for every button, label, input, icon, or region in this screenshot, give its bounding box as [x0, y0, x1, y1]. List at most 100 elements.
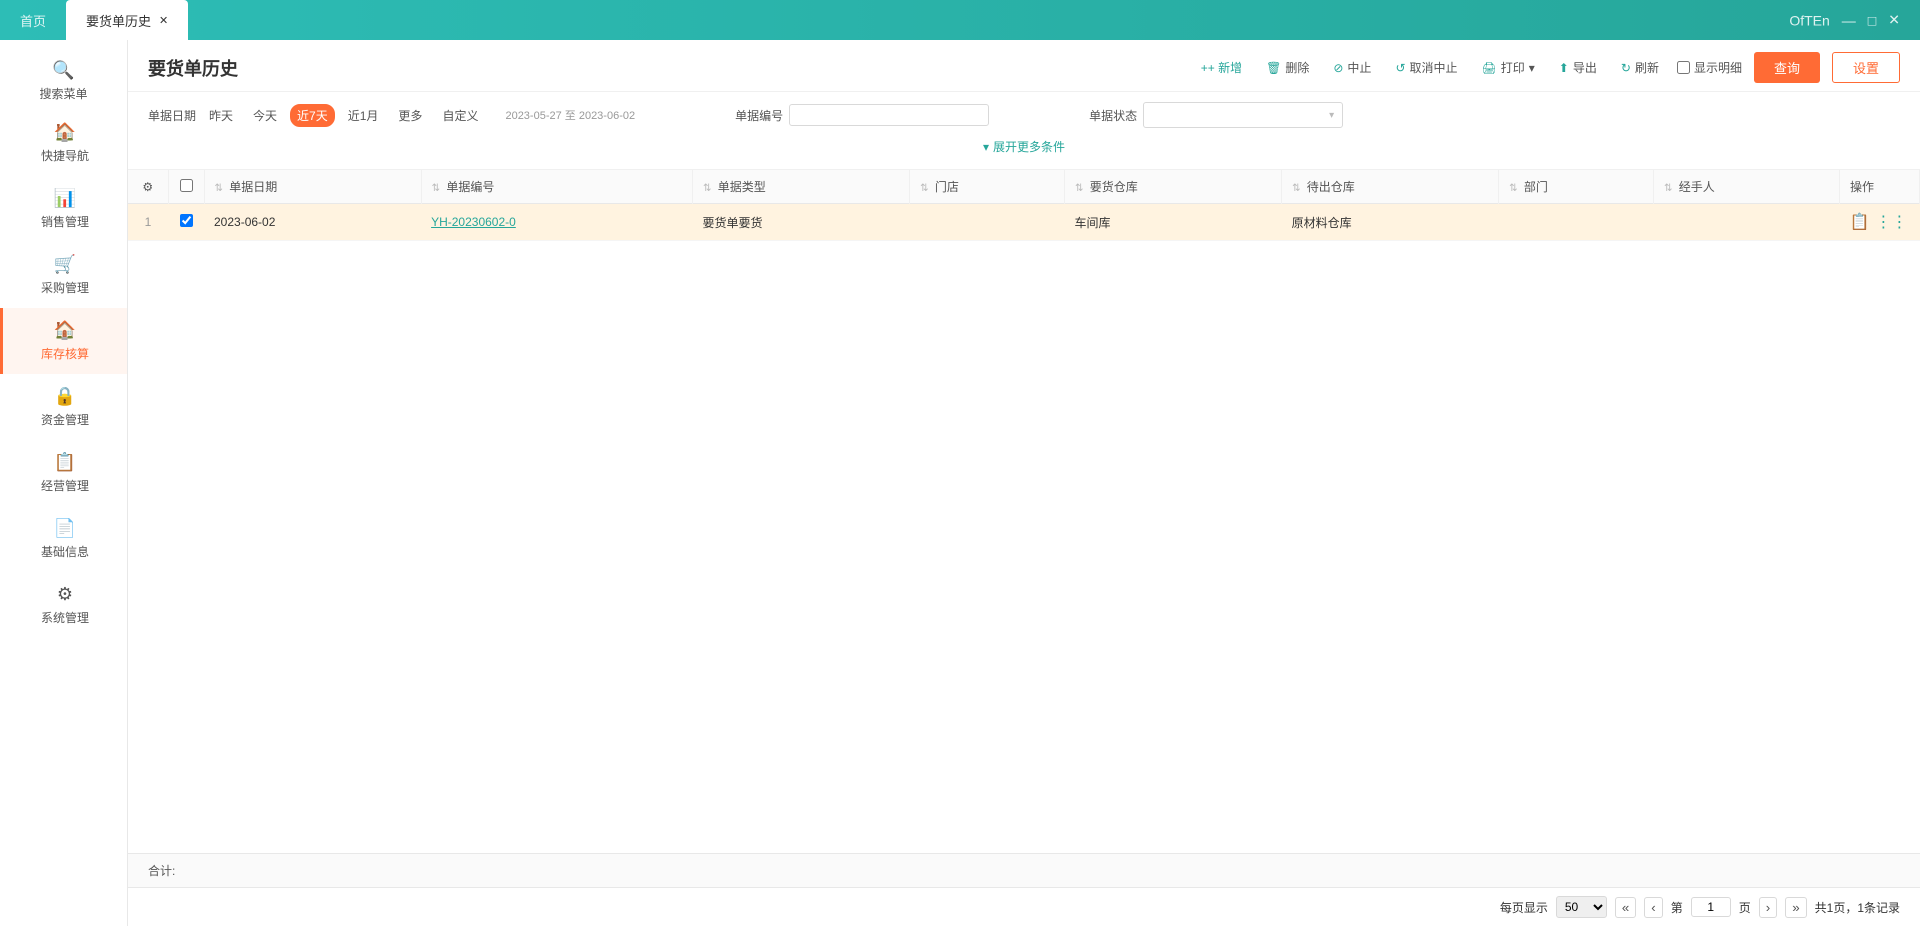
- date-btn-today[interactable]: 今天: [246, 104, 284, 127]
- display-detail-check[interactable]: [1677, 61, 1690, 74]
- plus-icon: +: [1201, 61, 1208, 75]
- col-dept[interactable]: 部门: [1499, 170, 1654, 204]
- col-req-warehouse[interactable]: 要货仓库: [1064, 170, 1281, 204]
- tab-home[interactable]: 首页: [0, 0, 66, 40]
- sidebar-item-system-mgmt[interactable]: ⚙ 系统管理: [0, 572, 127, 638]
- display-detail-checkbox[interactable]: 显示明细: [1677, 59, 1742, 76]
- next-page-btn[interactable]: ›: [1759, 897, 1777, 918]
- top-bar: 首页 要货单历史 ✕ OfTEn — □ ✕: [0, 0, 1920, 40]
- row-doc-type: 要货单要货: [693, 204, 910, 241]
- col-handler[interactable]: 经手人: [1654, 170, 1840, 204]
- stop-icon: ⊘: [1333, 61, 1343, 75]
- date-btn-custom[interactable]: 自定义: [435, 104, 485, 127]
- col-pending-warehouse[interactable]: 待出仓库: [1282, 170, 1499, 204]
- sidebar-item-sales-mgmt[interactable]: 📊 销售管理: [0, 176, 127, 242]
- row-checkbox[interactable]: [180, 214, 193, 227]
- header-actions: + + 新增 🗑 删除 ⊘ 中止 ↺ 取消中止 🖨 打印: [1195, 52, 1900, 83]
- cancel-stop-icon: ↺: [1395, 61, 1405, 75]
- per-page-label: 每页显示: [1500, 899, 1548, 916]
- row-store: [910, 204, 1065, 241]
- col-checkbox: [168, 170, 204, 204]
- sidebar-item-basic-info[interactable]: 📄 基础信息: [0, 506, 127, 572]
- select-arrow-icon: ▾: [1329, 110, 1334, 121]
- doc-status-select[interactable]: ▾: [1143, 102, 1343, 128]
- select-all-checkbox[interactable]: [180, 179, 193, 192]
- export-icon: ⬆: [1559, 61, 1569, 75]
- export-button[interactable]: ⬆ 导出: [1553, 55, 1603, 80]
- col-operation: 操作: [1840, 170, 1920, 204]
- total-info: 共1页，1条记录: [1815, 899, 1900, 916]
- date-btn-last1m[interactable]: 近1月: [341, 104, 386, 127]
- sidebar-item-operation-mgmt[interactable]: 📋 经营管理: [0, 440, 127, 506]
- close-tab-icon[interactable]: ✕: [159, 14, 168, 27]
- query-button[interactable]: 查询: [1754, 52, 1820, 83]
- pagination-bar: 每页显示 50 10 20 100 « ‹ 第 页 › » 共1页，1条记录: [128, 887, 1920, 926]
- table-container: ⚙ 单据日期 单据编号 单据类型: [128, 170, 1920, 853]
- row-doc-no[interactable]: YH-20230602-0: [421, 204, 692, 241]
- per-page-select[interactable]: 50 10 20 100: [1556, 896, 1607, 918]
- footer-label: 合计:: [148, 862, 175, 879]
- row-operation: 📋 ⋮⋮: [1840, 204, 1920, 241]
- stop-button[interactable]: ⊘ 中止: [1327, 55, 1377, 80]
- page-title: 要货单历史: [148, 55, 238, 81]
- col-doc-type[interactable]: 单据类型: [693, 170, 910, 204]
- print-arrow-icon: ▾: [1529, 61, 1535, 75]
- sidebar: 🔍 搜索菜单 🏠 快捷导航 📊 销售管理 🛒 采购管理 🏠 库存核算 🔒 资金管…: [0, 40, 128, 926]
- inventory-icon: 🏠: [54, 320, 76, 341]
- often-label: OfTEn: [1789, 12, 1829, 28]
- row-doc-date: 2023-06-02: [204, 204, 421, 241]
- main-layout: 🔍 搜索菜单 🏠 快捷导航 📊 销售管理 🛒 采购管理 🏠 库存核算 🔒 资金管…: [0, 40, 1920, 926]
- doc-no-filter: 单据编号: [735, 104, 989, 126]
- window-close-icon[interactable]: ✕: [1888, 12, 1900, 29]
- date-range-text: 2023-05-27 至 2023-06-02: [505, 107, 635, 123]
- last-page-btn[interactable]: »: [1785, 897, 1806, 918]
- refresh-button[interactable]: ↻ 刷新: [1615, 55, 1665, 80]
- date-btn-more[interactable]: 更多: [391, 104, 429, 127]
- minimize-icon[interactable]: —: [1842, 12, 1856, 28]
- date-btn-last7[interactable]: 近7天: [290, 104, 335, 127]
- prev-page-btn[interactable]: ‹: [1644, 897, 1662, 918]
- col-settings[interactable]: ⚙: [128, 170, 168, 204]
- row-edit-icon[interactable]: 📋: [1850, 212, 1870, 232]
- new-button[interactable]: + + 新增: [1195, 55, 1248, 80]
- clipboard-icon: 📋: [54, 452, 76, 473]
- expand-more-btn[interactable]: ▾ 展开更多条件: [148, 134, 1900, 159]
- print-button[interactable]: 🖨 打印 ▾: [1476, 55, 1541, 80]
- sidebar-item-quick-nav[interactable]: 🏠 快捷导航: [0, 110, 127, 176]
- date-btn-yesterday[interactable]: 昨天: [202, 104, 240, 127]
- page-header: 要货单历史 + + 新增 🗑 删除 ⊘ 中止 ↺ 取消中止: [128, 40, 1920, 92]
- delete-button[interactable]: 🗑 删除: [1260, 55, 1315, 80]
- cancel-stop-button[interactable]: ↺ 取消中止: [1389, 55, 1463, 80]
- date-filter-label: 单据日期: [148, 107, 196, 124]
- sidebar-item-finance-mgmt[interactable]: 🔒 资金管理: [0, 374, 127, 440]
- page-number-input[interactable]: [1691, 897, 1731, 917]
- date-range-display: 2023-05-27 至 2023-06-02: [505, 107, 635, 123]
- maximize-icon[interactable]: □: [1868, 12, 1876, 28]
- sidebar-item-inventory-mgmt[interactable]: 🏠 库存核算: [0, 308, 127, 374]
- tab-requisition-history[interactable]: 要货单历史 ✕: [66, 0, 188, 40]
- sidebar-item-purchase-mgmt[interactable]: 🛒 采购管理: [0, 242, 127, 308]
- row-pending-warehouse: 原材料仓库: [1282, 204, 1499, 241]
- row-req-warehouse: 车间库: [1064, 204, 1281, 241]
- table-row[interactable]: 1 2023-06-02 YH-20230602-0 要货单要货 车间库 原材料…: [128, 204, 1920, 241]
- row-seq: 1: [128, 204, 168, 241]
- data-table: ⚙ 单据日期 单据编号 单据类型: [128, 170, 1920, 241]
- row-more-icon[interactable]: ⋮⋮: [1875, 212, 1907, 232]
- first-page-btn[interactable]: «: [1615, 897, 1636, 918]
- table-header-row: ⚙ 单据日期 单据编号 单据类型: [128, 170, 1920, 204]
- page-label: 第: [1671, 899, 1683, 916]
- col-store[interactable]: 门店: [910, 170, 1065, 204]
- document-icon: 📄: [54, 518, 76, 539]
- expand-arrow-icon: ▾: [983, 140, 989, 154]
- page-suffix: 页: [1739, 899, 1751, 916]
- sidebar-search[interactable]: 🔍 搜索菜单: [0, 48, 127, 110]
- cart-icon: 🛒: [54, 254, 76, 275]
- delete-icon: 🗑: [1266, 61, 1281, 75]
- doc-no-input[interactable]: [789, 104, 989, 126]
- date-filter: 单据日期 昨天 今天 近7天 近1月 更多 自定义: [148, 104, 485, 127]
- settings-button[interactable]: 设置: [1832, 52, 1900, 83]
- col-doc-date[interactable]: 单据日期: [204, 170, 421, 204]
- window-controls: OfTEn — □ ✕: [1789, 12, 1900, 29]
- col-doc-no[interactable]: 单据编号: [421, 170, 692, 204]
- gear-icon: ⚙: [57, 584, 73, 605]
